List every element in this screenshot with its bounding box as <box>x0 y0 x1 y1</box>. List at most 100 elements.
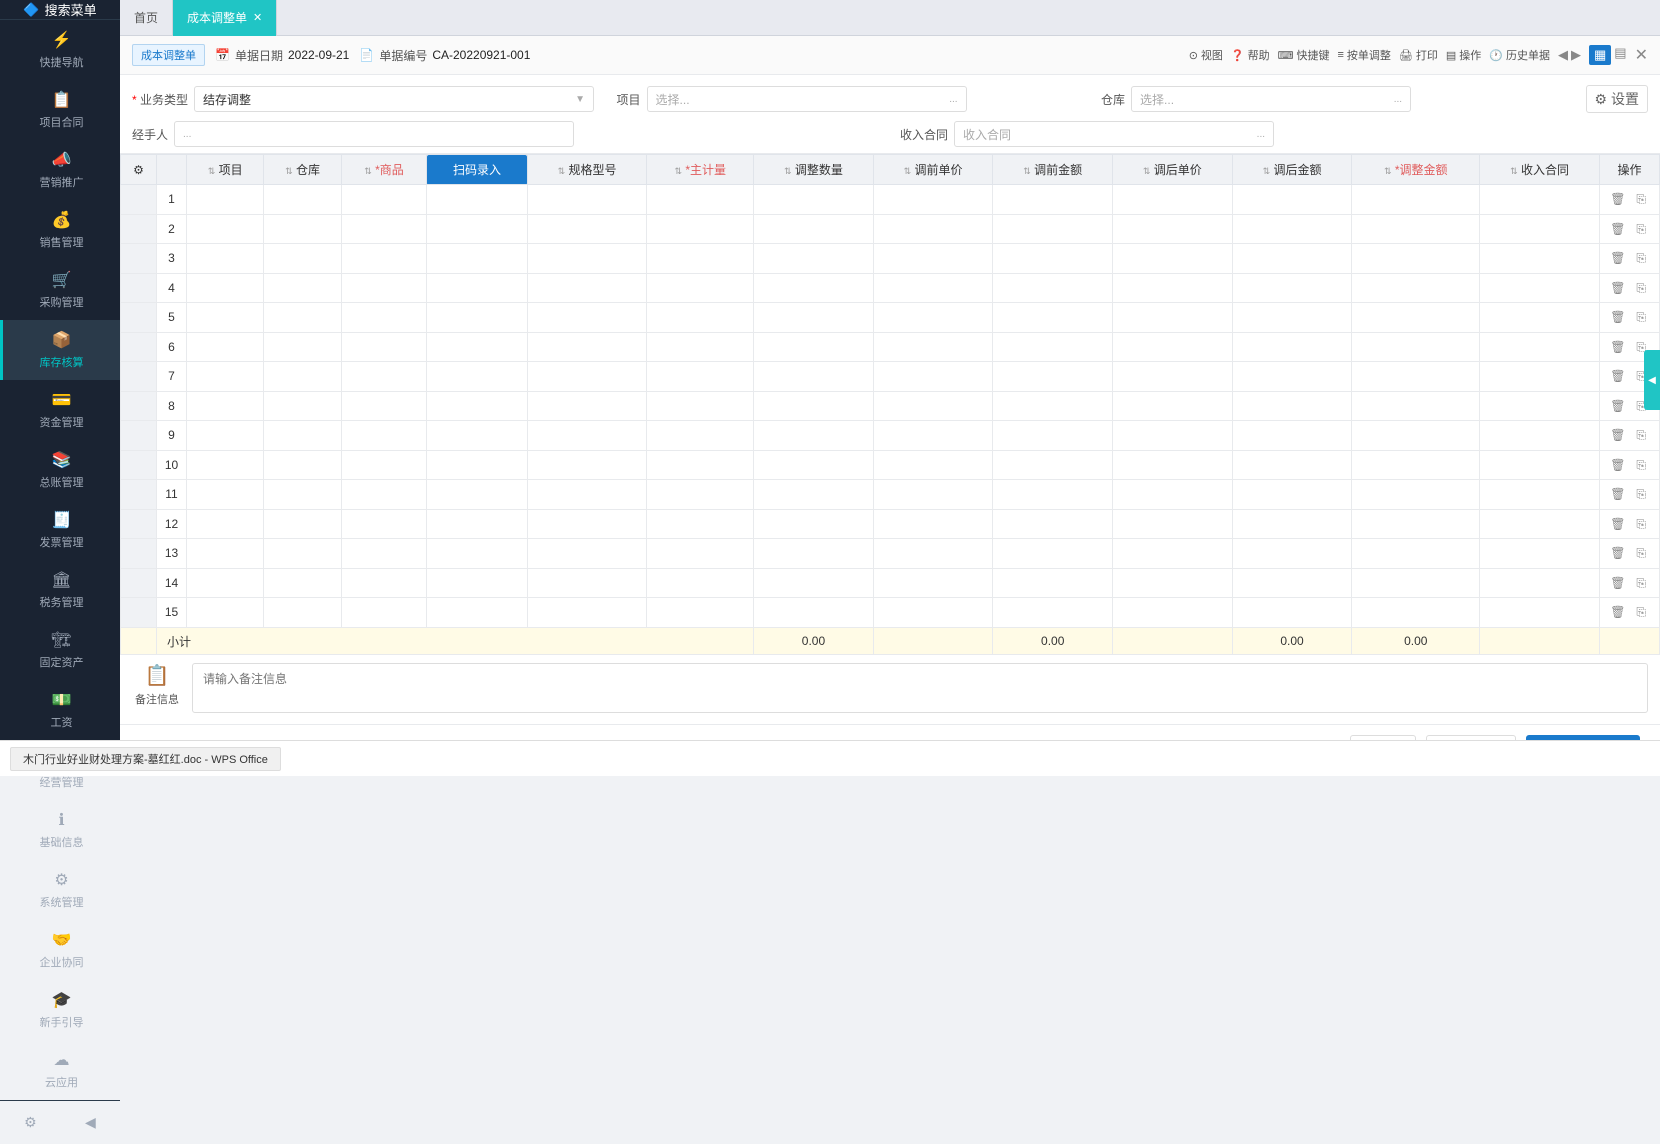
cell-r11-c10[interactable] <box>1232 480 1352 510</box>
copy-btn-2[interactable]: ⎘ <box>1631 219 1651 239</box>
row-settings-4[interactable] <box>121 273 157 303</box>
cell-r11-c8[interactable] <box>993 480 1113 510</box>
delete-btn-1[interactable]: 🗑 <box>1608 189 1628 209</box>
cell-r10-c5[interactable] <box>647 450 754 480</box>
cell-r3-c0[interactable] <box>187 244 264 274</box>
col-adj-qty-header[interactable]: ⇅ 调整数量 <box>754 155 874 185</box>
cell-r1-c5[interactable] <box>647 185 754 215</box>
sidebar-item-system-mgmt[interactable]: ⚙ 系统管理 <box>0 860 120 920</box>
cell-r7-c5[interactable] <box>647 362 754 392</box>
cell-r2-c8[interactable] <box>993 214 1113 244</box>
cell-r3-c12[interactable] <box>1480 244 1600 274</box>
notes-icon-block[interactable]: 📋 备注信息 <box>132 663 182 707</box>
sidebar-item-wages[interactable]: 💵 工资 <box>0 680 120 740</box>
col-scan-header[interactable]: 扫码录入 <box>427 155 527 185</box>
cell-r11-c7[interactable] <box>873 480 993 510</box>
cell-r9-c6[interactable] <box>754 421 874 451</box>
cell-r2-c2[interactable] <box>341 214 427 244</box>
view-action[interactable]: ⊙ 视图 <box>1189 47 1223 63</box>
cell-r14-c3[interactable] <box>427 568 527 598</box>
help-action[interactable]: ❓ 帮助 <box>1231 47 1270 63</box>
cell-r15-c1[interactable] <box>264 598 341 628</box>
nav-prev-btn[interactable]: ◀ <box>1558 47 1568 63</box>
cell-r6-c6[interactable] <box>754 332 874 362</box>
cell-r13-c3[interactable] <box>427 539 527 569</box>
cell-r13-c6[interactable] <box>754 539 874 569</box>
search-menu-label[interactable]: 搜索菜单 <box>45 0 97 19</box>
sidebar-item-cloud-apps[interactable]: ☁ 云应用 <box>0 1040 120 1100</box>
row-settings-10[interactable] <box>121 450 157 480</box>
cell-r11-c11[interactable] <box>1352 480 1480 510</box>
cell-r13-c1[interactable] <box>264 539 341 569</box>
cell-r15-c4[interactable] <box>527 598 647 628</box>
cell-r2-c7[interactable] <box>873 214 993 244</box>
cell-r1-c11[interactable] <box>1352 185 1480 215</box>
delete-btn-7[interactable]: 🗑 <box>1608 366 1628 386</box>
col-warehouse-header[interactable]: ⇅ 仓库 <box>264 155 341 185</box>
collapse-bottom-btn[interactable]: ◀ <box>80 1109 101 1136</box>
cell-r4-c4[interactable] <box>527 273 647 303</box>
cell-r12-c6[interactable] <box>754 509 874 539</box>
sidebar-item-basic-info[interactable]: ℹ 基础信息 <box>0 800 120 860</box>
cell-r4-c1[interactable] <box>264 273 341 303</box>
cell-r1-c4[interactable] <box>527 185 647 215</box>
cell-r13-c2[interactable] <box>341 539 427 569</box>
cell-r5-c10[interactable] <box>1232 303 1352 333</box>
delete-btn-8[interactable]: 🗑 <box>1608 396 1628 416</box>
cell-r15-c12[interactable] <box>1480 598 1600 628</box>
cell-r1-c6[interactable] <box>754 185 874 215</box>
col-adj-amount-header[interactable]: ⇅ *调整金额 <box>1352 155 1480 185</box>
cell-r1-c8[interactable] <box>993 185 1113 215</box>
col-product-header[interactable]: ⇅ *商品 <box>341 155 427 185</box>
cell-r4-c0[interactable] <box>187 273 264 303</box>
copy-btn-4[interactable]: ⎘ <box>1631 278 1651 298</box>
cell-r1-c0[interactable] <box>187 185 264 215</box>
cell-r8-c1[interactable] <box>264 391 341 421</box>
sidebar-item-tax-mgmt[interactable]: 🏛 税务管理 <box>0 560 120 620</box>
cell-r5-c0[interactable] <box>187 303 264 333</box>
doc-close-btn[interactable]: ✕ <box>1635 45 1648 65</box>
cell-r3-c10[interactable] <box>1232 244 1352 274</box>
delete-btn-4[interactable]: 🗑 <box>1608 278 1628 298</box>
cell-r4-c9[interactable] <box>1113 273 1233 303</box>
cell-r12-c3[interactable] <box>427 509 527 539</box>
delete-btn-5[interactable]: 🗑 <box>1608 307 1628 327</box>
col-settings-header[interactable]: ⚙ <box>121 155 157 185</box>
cell-r13-c4[interactable] <box>527 539 647 569</box>
copy-btn-5[interactable]: ⎘ <box>1631 308 1651 328</box>
col-spec-header[interactable]: ⇅ 规格型号 <box>527 155 647 185</box>
layout-btn-2[interactable]: ▤ <box>1614 45 1626 65</box>
cell-r4-c12[interactable] <box>1480 273 1600 303</box>
cell-r12-c1[interactable] <box>264 509 341 539</box>
delete-btn-2[interactable]: 🗑 <box>1608 219 1628 239</box>
cell-r14-c6[interactable] <box>754 568 874 598</box>
cell-r7-c12[interactable] <box>1480 362 1600 392</box>
cell-r8-c11[interactable] <box>1352 391 1480 421</box>
cell-r11-c4[interactable] <box>527 480 647 510</box>
delete-btn-11[interactable]: 🗑 <box>1608 484 1628 504</box>
cell-r1-c12[interactable] <box>1480 185 1600 215</box>
cell-r6-c7[interactable] <box>873 332 993 362</box>
cell-r8-c7[interactable] <box>873 391 993 421</box>
cell-r10-c2[interactable] <box>341 450 427 480</box>
cell-r7-c8[interactable] <box>993 362 1113 392</box>
cell-r12-c8[interactable] <box>993 509 1113 539</box>
batch-adjust-action[interactable]: ≡ 按单调整 <box>1338 47 1391 63</box>
row-settings-3[interactable] <box>121 244 157 274</box>
delete-btn-9[interactable]: 🗑 <box>1608 425 1628 445</box>
settings-gear-icon[interactable]: ⚙ 设置 <box>1586 85 1648 113</box>
row-settings-6[interactable] <box>121 332 157 362</box>
col-revenue-contract-header[interactable]: ⇅ 收入合同 <box>1480 155 1600 185</box>
cell-r10-c12[interactable] <box>1480 450 1600 480</box>
cell-r2-c12[interactable] <box>1480 214 1600 244</box>
cell-r5-c11[interactable] <box>1352 303 1480 333</box>
cell-r1-c2[interactable] <box>341 185 427 215</box>
cell-r9-c11[interactable] <box>1352 421 1480 451</box>
sidebar-item-enterprise-collab[interactable]: 🤝 企业协同 <box>0 920 120 980</box>
cell-r4-c10[interactable] <box>1232 273 1352 303</box>
copy-btn-14[interactable]: ⎘ <box>1631 573 1651 593</box>
shortcut-action[interactable]: ⌨ 快捷键 <box>1278 47 1330 63</box>
cell-r15-c5[interactable] <box>647 598 754 628</box>
cell-r13-c11[interactable] <box>1352 539 1480 569</box>
cell-r10-c11[interactable] <box>1352 450 1480 480</box>
